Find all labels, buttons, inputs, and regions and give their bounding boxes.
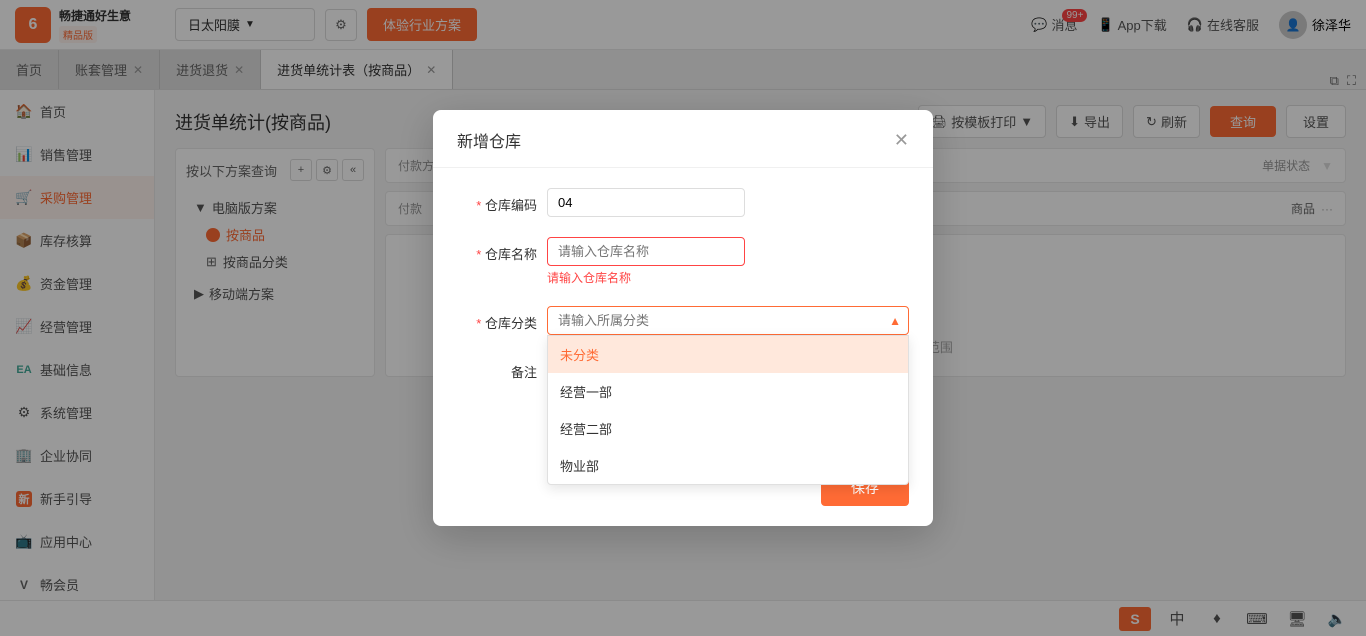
modal-overlay[interactable]: 新增仓库 ✕ * 仓库编码 * 仓库名称 bbox=[0, 0, 1366, 636]
dropdown-item-uncategorized[interactable]: 未分类 bbox=[548, 336, 908, 373]
modal-add-warehouse: 新增仓库 ✕ * 仓库编码 * 仓库名称 bbox=[433, 110, 933, 526]
modal-header: 新增仓库 ✕ bbox=[433, 110, 933, 168]
code-input[interactable] bbox=[547, 188, 745, 217]
name-error-msg: 请输入仓库名称 bbox=[547, 269, 909, 286]
category-dropdown-list: 未分类 经营一部 经营二部 物业部 bbox=[547, 335, 909, 485]
name-input-wrapper: 请输入仓库名称 bbox=[547, 237, 909, 286]
dropdown-item-dept3[interactable]: 物业部 bbox=[548, 447, 908, 484]
name-label: * 仓库名称 bbox=[457, 237, 547, 263]
category-input-wrapper: ▲ 未分类 经营一部 经营二部 物业部 bbox=[547, 306, 909, 335]
name-input[interactable] bbox=[547, 237, 745, 266]
modal-close-button[interactable]: ✕ bbox=[894, 130, 909, 151]
code-label: * 仓库编码 bbox=[457, 188, 547, 214]
dropdown-item-dept2[interactable]: 经营二部 bbox=[548, 410, 908, 447]
category-input[interactable] bbox=[547, 306, 909, 335]
category-label: * 仓库分类 bbox=[457, 306, 547, 332]
category-dropdown-toggle[interactable]: ▲ bbox=[889, 314, 901, 328]
form-row-category: * 仓库分类 ▲ 未分类 经营一部 经营二部 物业部 bbox=[457, 306, 909, 335]
code-input-wrapper bbox=[547, 188, 909, 217]
remark-label: 备注 bbox=[457, 355, 547, 381]
form-row-name: * 仓库名称 请输入仓库名称 bbox=[457, 237, 909, 286]
form-row-code: * 仓库编码 bbox=[457, 188, 909, 217]
modal-title: 新增仓库 bbox=[457, 128, 521, 152]
dropdown-item-dept1[interactable]: 经营一部 bbox=[548, 373, 908, 410]
modal-body: * 仓库编码 * 仓库名称 请输入仓库名称 bbox=[433, 168, 933, 458]
